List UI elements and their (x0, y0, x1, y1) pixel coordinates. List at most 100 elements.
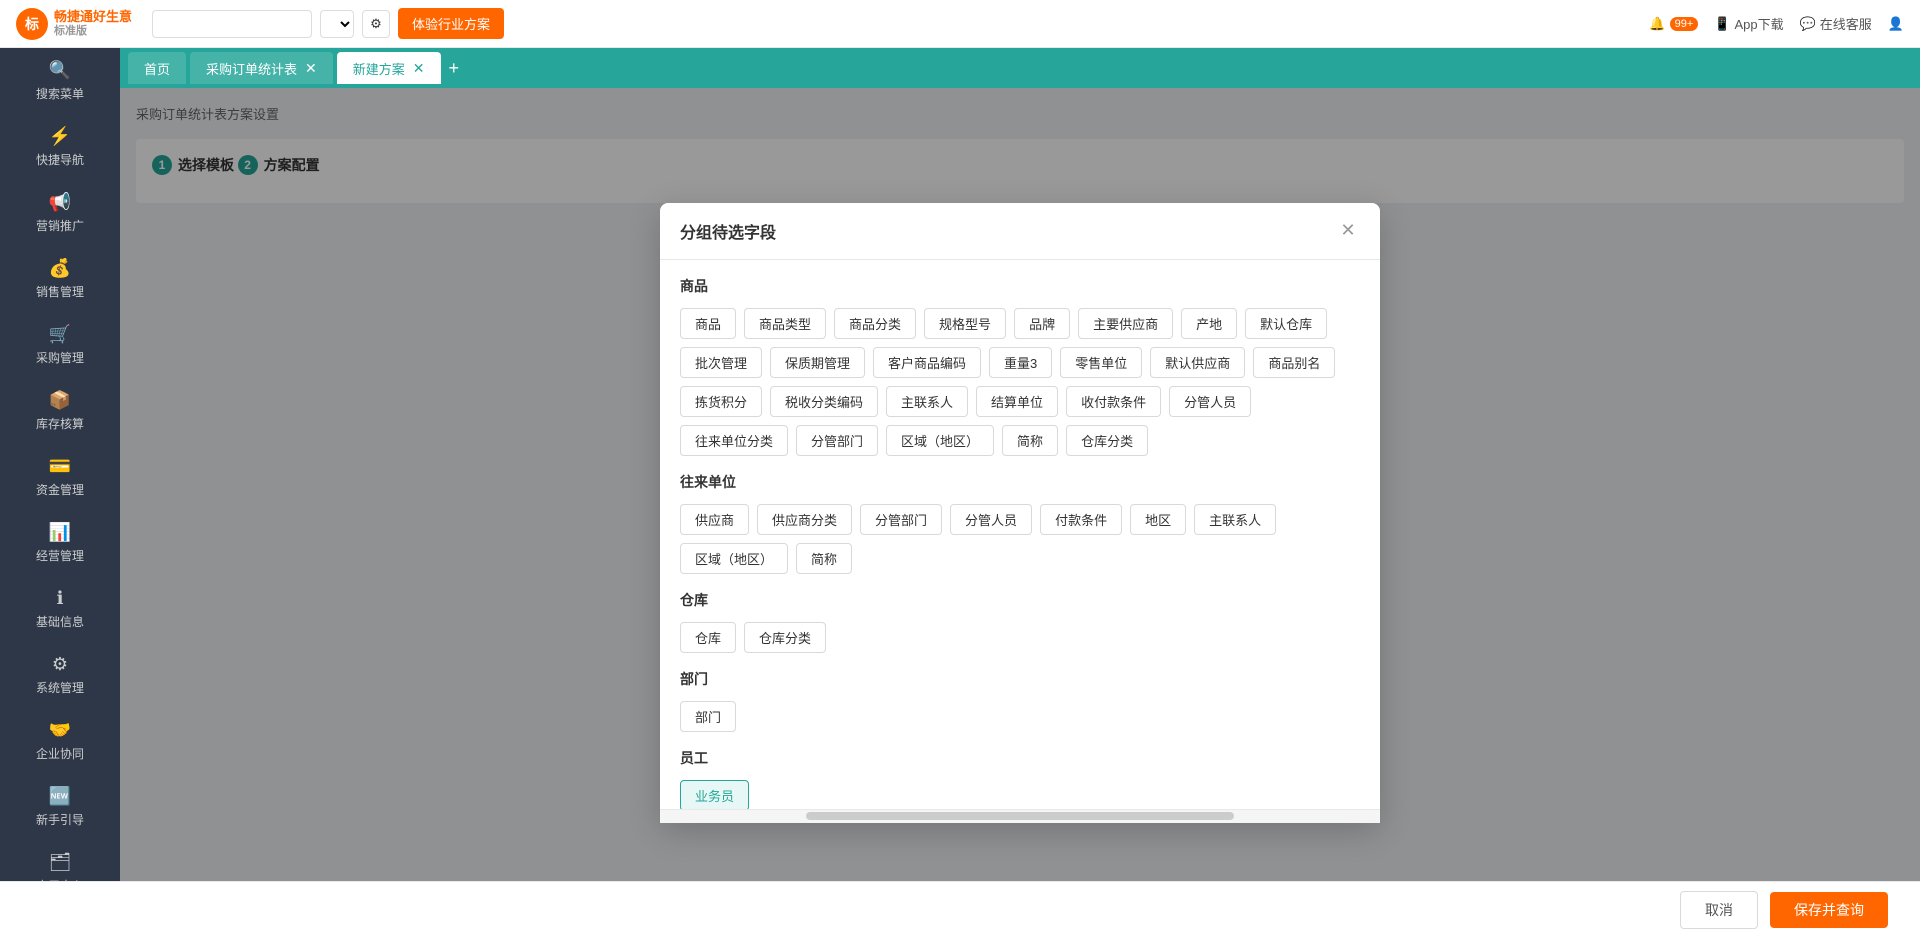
save-query-button[interactable]: 保存并查询 (1770, 892, 1888, 928)
tag-goods[interactable]: 商品 (680, 308, 736, 339)
tag-supplier[interactable]: 供应商 (680, 504, 749, 535)
tab-new-scheme[interactable]: 新建方案 ✕ (337, 52, 441, 84)
sidebar-item-sales[interactable]: 💰 销售管理 (0, 246, 120, 312)
sidebar-item-search[interactable]: 🔍 搜索菜单 (0, 48, 120, 114)
download-icon: 📱 (1714, 16, 1730, 32)
tag-salesperson[interactable]: 业务员 (680, 780, 749, 809)
megaphone-icon: 📢 (49, 192, 71, 213)
tag-pick-points[interactable]: 拣货积分 (680, 386, 762, 417)
search-input[interactable] (152, 10, 312, 38)
goods-tag-group: 商品 商品类型 商品分类 规格型号 品牌 主要供应商 产地 默认仓库 批次管理 … (680, 308, 1360, 456)
tag-expiry-mgmt[interactable]: 保质期管理 (770, 347, 865, 378)
sidebar-item-inventory[interactable]: 📦 库存核算 (0, 378, 120, 444)
tab-home[interactable]: 首页 (128, 52, 186, 84)
tag-origin[interactable]: 产地 (1181, 308, 1237, 339)
logo-text: 畅捷通好生意 标准版 (54, 9, 132, 38)
gear-icon: ⚙ (370, 16, 382, 32)
logo-icon: 标 (16, 8, 48, 40)
tag-warehouse[interactable]: 仓库 (680, 622, 736, 653)
tag-settlement-unit[interactable]: 结算单位 (976, 386, 1058, 417)
field-select-modal: 分组待选字段 ✕ 商品 商品 商品类型 商品分类 规格型号 品牌 主要供应商 产… (660, 203, 1380, 823)
box-icon: 📦 (49, 390, 71, 411)
tag-short-name-party[interactable]: 简称 (796, 543, 852, 574)
tag-party-category[interactable]: 往来单位分类 (680, 425, 788, 456)
info-icon: ℹ (57, 588, 64, 609)
sidebar-item-finance[interactable]: 💳 资金管理 (0, 444, 120, 510)
tag-region-party[interactable]: 地区 (1130, 504, 1186, 535)
warehouse-tag-group: 仓库 仓库分类 (680, 622, 1360, 653)
tag-main-supplier[interactable]: 主要供应商 (1078, 308, 1173, 339)
app-download[interactable]: 📱 App下载 (1714, 14, 1783, 33)
tag-supplier-category[interactable]: 供应商分类 (757, 504, 852, 535)
tag-brand[interactable]: 品牌 (1014, 308, 1070, 339)
sidebar-item-guide[interactable]: 🆕 新手引导 (0, 774, 120, 840)
service-icon: 💬 (1800, 16, 1816, 32)
tag-main-contact-party[interactable]: 主联系人 (1194, 504, 1276, 535)
tag-weight3[interactable]: 重量3 (989, 347, 1052, 378)
tab-add-button[interactable]: + (449, 58, 460, 79)
modal-close-button[interactable]: ✕ (1336, 219, 1360, 243)
modal-footer-bar: 取消 保存并查询 (0, 881, 1920, 937)
sidebar: 🔍 搜索菜单 ⚡ 快捷导航 📢 营销推广 💰 销售管理 🛒 采购管理 📦 库存核… (0, 48, 120, 937)
sidebar-item-marketing[interactable]: 📢 营销推广 (0, 180, 120, 246)
modal-title: 分组待选字段 (680, 219, 776, 243)
tab-close-purchase[interactable]: ✕ (305, 60, 317, 77)
tag-short-name-goods[interactable]: 简称 (1002, 425, 1058, 456)
search-area: ⚙ 体验行业方案 (152, 8, 504, 39)
scrollbar-thumb-h (806, 812, 1233, 820)
tag-goods-alias[interactable]: 商品别名 (1253, 347, 1335, 378)
tab-close-new[interactable]: ✕ (413, 60, 425, 77)
tag-payment-terms[interactable]: 收付款条件 (1066, 386, 1161, 417)
sidebar-item-purchase[interactable]: 🛒 采购管理 (0, 312, 120, 378)
settings-icon: ⚙ (52, 654, 68, 675)
search-dropdown[interactable] (320, 10, 354, 38)
cancel-button[interactable]: 取消 (1680, 891, 1758, 929)
tag-customer-code[interactable]: 客户商品编码 (873, 347, 981, 378)
tab-bar: 首页 采购订单统计表 ✕ 新建方案 ✕ + (120, 48, 1920, 88)
tag-goods-category[interactable]: 商品分类 (834, 308, 916, 339)
user-avatar[interactable]: 👤 (1888, 16, 1904, 32)
notification-badge: 99+ (1670, 17, 1699, 31)
tag-retail-unit[interactable]: 零售单位 (1060, 347, 1142, 378)
tag-dept-goods[interactable]: 分管部门 (796, 425, 878, 456)
tag-dept[interactable]: 部门 (680, 701, 736, 732)
sidebar-item-basic[interactable]: ℹ 基础信息 (0, 576, 120, 642)
tag-warehouse-category[interactable]: 仓库分类 (744, 622, 826, 653)
sidebar-item-management[interactable]: 📊 经营管理 (0, 510, 120, 576)
sidebar-item-system[interactable]: ⚙ 系统管理 (0, 642, 120, 708)
party-tag-group: 供应商 供应商分类 分管部门 分管人员 付款条件 地区 主联系人 区域（地区） … (680, 504, 1360, 574)
tag-region-goods[interactable]: 区域（地区） (886, 425, 994, 456)
section-title-party: 往来单位 (680, 472, 1360, 492)
tag-batch-mgmt[interactable]: 批次管理 (680, 347, 762, 378)
dept-tag-group: 部门 (680, 701, 1360, 732)
sidebar-item-collab[interactable]: 🤝 企业协同 (0, 708, 120, 774)
tag-main-contact[interactable]: 主联系人 (886, 386, 968, 417)
search-icon: 🔍 (49, 60, 71, 81)
tag-manager[interactable]: 分管人员 (1169, 386, 1251, 417)
notification-area[interactable]: 🔔 99+ (1649, 16, 1698, 32)
tag-manager-party[interactable]: 分管人员 (950, 504, 1032, 535)
section-title-goods: 商品 (680, 276, 1360, 296)
gear-button[interactable]: ⚙ (362, 10, 390, 38)
online-service[interactable]: 💬 在线客服 (1800, 14, 1872, 33)
tag-goods-type[interactable]: 商品类型 (744, 308, 826, 339)
modal-header: 分组待选字段 ✕ (660, 203, 1380, 260)
sidebar-item-quicknav[interactable]: ⚡ 快捷导航 (0, 114, 120, 180)
trial-button[interactable]: 体验行业方案 (398, 8, 504, 39)
modal-scrollbar-h[interactable] (660, 809, 1380, 823)
tag-tax-code[interactable]: 税收分类编码 (770, 386, 878, 417)
tag-default-supplier[interactable]: 默认供应商 (1150, 347, 1245, 378)
section-title-warehouse: 仓库 (680, 590, 1360, 610)
tag-spec-model[interactable]: 规格型号 (924, 308, 1006, 339)
tag-warehouse-category-goods[interactable]: 仓库分类 (1066, 425, 1148, 456)
section-title-dept: 部门 (680, 669, 1360, 689)
staff-tag-group: 业务员 (680, 780, 1360, 809)
tag-region2-party[interactable]: 区域（地区） (680, 543, 788, 574)
tag-dept-party[interactable]: 分管部门 (860, 504, 942, 535)
bell-icon: 🔔 (1649, 16, 1665, 32)
new-icon: 🆕 (49, 786, 71, 807)
cart-icon: 🛒 (49, 324, 71, 345)
tab-purchase-stats[interactable]: 采购订单统计表 ✕ (190, 52, 333, 84)
tag-default-warehouse[interactable]: 默认仓库 (1245, 308, 1327, 339)
tag-payment-cond[interactable]: 付款条件 (1040, 504, 1122, 535)
